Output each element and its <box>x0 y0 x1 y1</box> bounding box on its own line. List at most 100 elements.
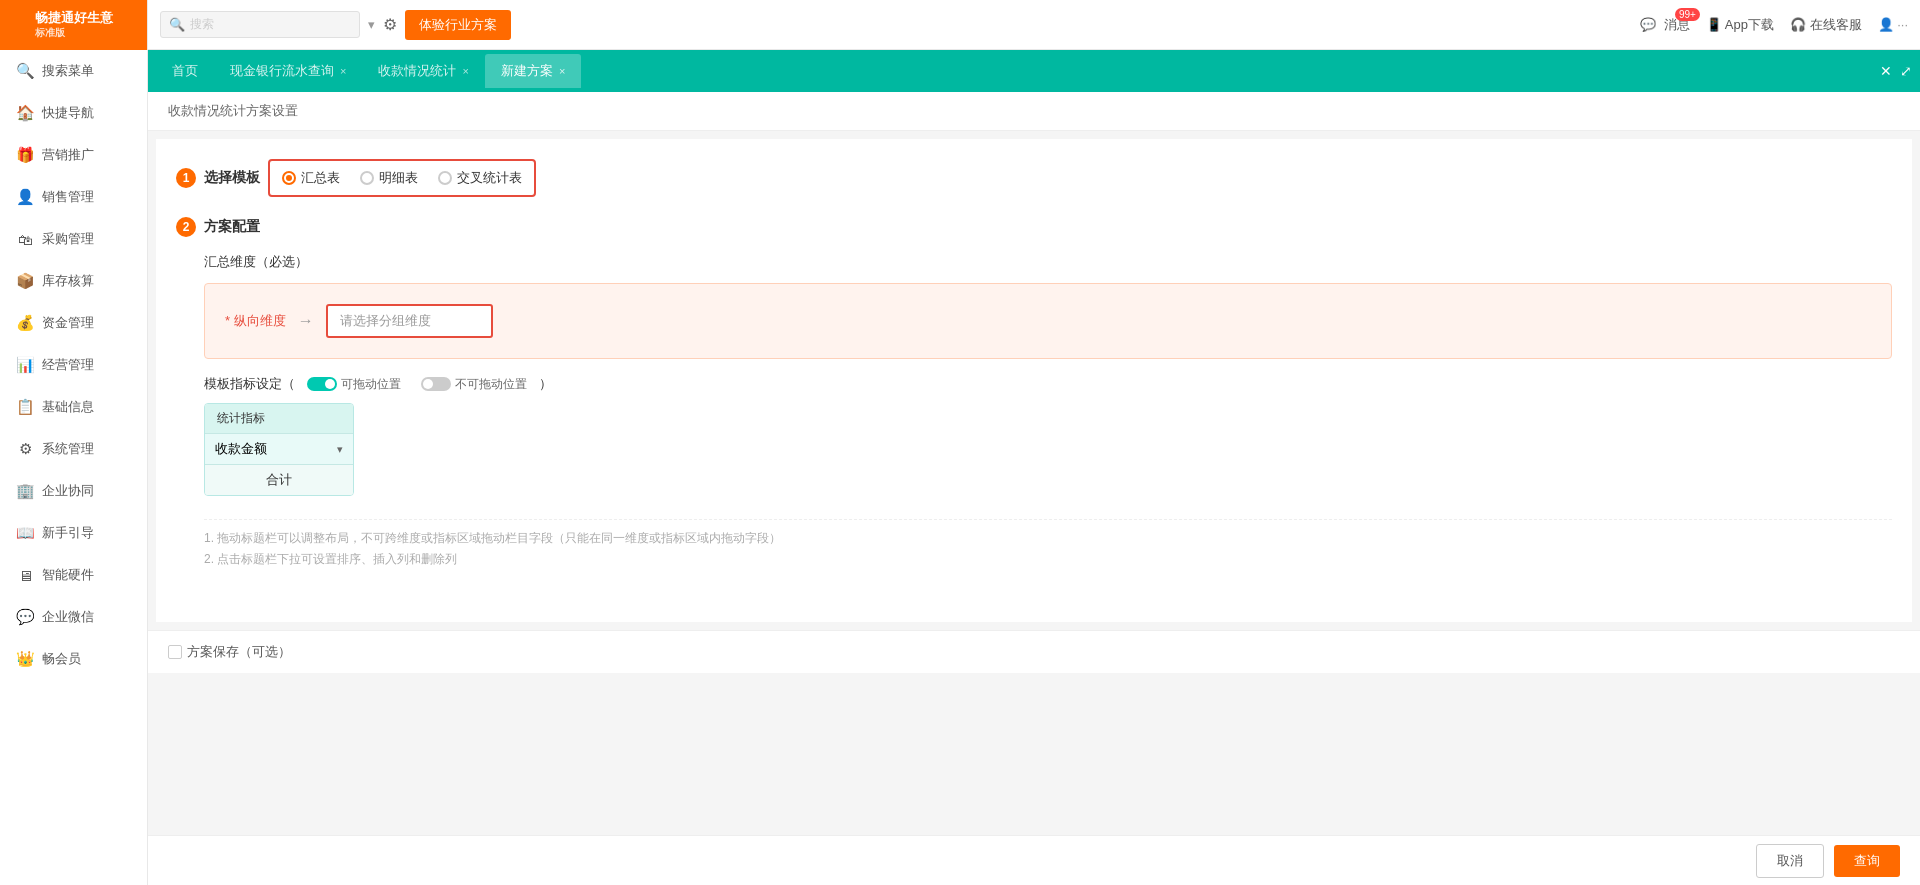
sidebar-item-search-menu[interactable]: 🔍搜索菜单 <box>0 50 147 92</box>
sidebar-label-purchase: 采购管理 <box>42 230 94 248</box>
sidebar-label-base-info: 基础信息 <box>42 398 94 416</box>
step1-header: 1 选择模板 汇总表 明细表 交叉统计表 <box>176 159 1892 197</box>
step1-title: 选择模板 <box>204 169 260 187</box>
sidebar-logo: 畅捷通好生意 标准版 <box>0 0 147 50</box>
message-count: 99+ <box>1675 8 1700 21</box>
draggable-label: 可拖动位置 <box>341 376 401 393</box>
sidebar-label-member: 畅会员 <box>42 650 81 668</box>
template-radio-group: 汇总表 明细表 交叉统计表 <box>268 159 536 197</box>
drag-off-toggle[interactable] <box>421 377 451 391</box>
drag-on-toggle[interactable] <box>307 377 337 391</box>
message-icon: 💬 <box>1640 17 1656 32</box>
tabbar-actions: ✕ ⤢ <box>1880 63 1912 79</box>
topbar: 🔍 搜索 ▾ ⚙ 体验行业方案 💬 99+ 消息 📱 App下载 🎧 在线客服 … <box>148 0 1920 50</box>
download-label: App下载 <box>1725 17 1774 32</box>
dimension-placeholder: 请选择分组维度 <box>340 313 431 328</box>
form-footer: 方案保存（可选） <box>148 630 1920 673</box>
form-area: 1 选择模板 汇总表 明细表 交叉统计表 <box>156 139 1912 622</box>
tab-0[interactable]: 首页 <box>156 54 214 88</box>
member-icon: 👑 <box>16 650 34 668</box>
tip2: 2. 点击标题栏下拉可设置排序、插入列和删除列 <box>204 551 1892 568</box>
radio-dot-jiaocha <box>438 171 452 185</box>
dimension-title-text: 汇总维度（必选） <box>204 254 308 269</box>
sidebar-item-system[interactable]: ⚙系统管理 <box>0 428 147 470</box>
user-avatar: 👤 ··· <box>1878 17 1908 32</box>
tab-label-3: 新建方案 <box>501 62 553 80</box>
indicators-section: 模板指标设定（ 可拖动位置 不可拖动位置 ） <box>204 375 1892 499</box>
save-label: 方案保存（可选） <box>187 643 291 661</box>
dimension-select[interactable]: 请选择分组维度 <box>326 304 493 338</box>
close-window-icon[interactable]: ✕ <box>1880 63 1892 79</box>
topbar-right: 💬 99+ 消息 📱 App下载 🎧 在线客服 👤 ··· <box>1640 16 1908 34</box>
sidebar-label-smart-hw: 智能硬件 <box>42 566 94 584</box>
radio-mingxi[interactable]: 明细表 <box>360 169 418 187</box>
sales-icon: 👤 <box>16 188 34 206</box>
vertical-dimension-label: * 纵向维度 <box>225 312 286 330</box>
step2-section: 2 方案配置 汇总维度（必选） * 纵向维度 → 请选择分组维度 <box>176 217 1892 582</box>
save-checkbox[interactable]: 方案保存（可选） <box>168 643 291 661</box>
quick-nav-icon: 🏠 <box>16 104 34 122</box>
tab-close-2[interactable]: × <box>462 65 468 77</box>
industry-btn[interactable]: 体验行业方案 <box>405 10 511 40</box>
sidebar-label-wechat: 企业微信 <box>42 608 94 626</box>
message-badge-wrapper[interactable]: 💬 99+ 消息 <box>1640 16 1690 34</box>
search-box[interactable]: 🔍 搜索 <box>160 11 360 38</box>
base-info-icon: 📋 <box>16 398 34 416</box>
maximize-icon[interactable]: ⤢ <box>1900 63 1912 79</box>
radio-jiaocha-label: 交叉统计表 <box>457 169 522 187</box>
sidebar-item-marketing[interactable]: 🎁营销推广 <box>0 134 147 176</box>
sidebar-item-newbie[interactable]: 📖新手引导 <box>0 512 147 554</box>
step2-header: 2 方案配置 <box>176 217 1892 237</box>
footer-label: 合计 <box>266 472 292 487</box>
sidebar-item-purchase[interactable]: 🛍 采购管理 <box>0 218 147 260</box>
inventory-icon: 📦 <box>16 272 34 290</box>
tab-label-1: 现金银行流水查询 <box>230 62 334 80</box>
sidebar-item-finance[interactable]: 💰 资金管理 <box>0 302 147 344</box>
purchase-icon: 🛍 <box>16 231 34 248</box>
sidebar-label-finance: 资金管理 <box>42 314 94 332</box>
radio-mingxi-label: 明细表 <box>379 169 418 187</box>
radio-jiaocha[interactable]: 交叉统计表 <box>438 169 522 187</box>
tab-close-3[interactable]: × <box>559 65 565 77</box>
stats-header-label: 统计指标 <box>217 411 265 425</box>
sidebar-item-base-info[interactable]: 📋 基础信息 <box>0 386 147 428</box>
indicators-title-text: 模板指标设定（ <box>204 375 295 393</box>
page-header: 收款情况统计方案设置 <box>148 92 1920 131</box>
sidebar-label-sales: 销售管理 <box>42 188 94 206</box>
tab-2[interactable]: 收款情况统计× <box>362 54 484 88</box>
stats-header: 统计指标 <box>205 404 353 433</box>
sidebar-item-wechat[interactable]: 💬 企业微信 <box>0 596 147 638</box>
download-btn[interactable]: 📱 App下载 <box>1706 16 1774 34</box>
cancel-button[interactable]: 取消 <box>1756 844 1824 878</box>
sidebar-label-inventory: 库存核算 <box>42 272 94 290</box>
tab-3[interactable]: 新建方案 × <box>485 54 581 88</box>
sidebar-item-quick-nav[interactable]: 🏠 快捷导航 <box>0 92 147 134</box>
enterprise-icon: 🏢 <box>16 482 34 500</box>
arrow-icon: → <box>298 312 314 330</box>
wechat-icon: 💬 <box>16 608 34 626</box>
sidebar-label-quick-nav: 快捷导航 <box>42 104 94 122</box>
user-info[interactable]: 👤 ··· <box>1878 17 1908 32</box>
close-paren: ） <box>539 375 552 393</box>
sidebar-item-inventory[interactable]: 📦 库存核算 <box>0 260 147 302</box>
step2-number: 2 <box>176 217 196 237</box>
gear-icon[interactable]: ⚙ <box>383 15 397 34</box>
sidebar-item-enterprise[interactable]: 🏢 企业协同 <box>0 470 147 512</box>
service-label: 在线客服 <box>1810 17 1862 32</box>
sidebar-item-sales[interactable]: 👤 销售管理 <box>0 176 147 218</box>
sidebar-label-system: 系统管理 <box>42 440 94 458</box>
sidebar-item-operations[interactable]: 📊经营管理 <box>0 344 147 386</box>
sidebar-label-enterprise: 企业协同 <box>42 482 94 500</box>
query-button[interactable]: 查询 <box>1834 845 1900 877</box>
service-btn[interactable]: 🎧 在线客服 <box>1790 16 1862 34</box>
finance-icon: 💰 <box>16 314 34 332</box>
chevron-down-icon[interactable]: ▾ <box>368 17 375 32</box>
step2-title: 方案配置 <box>204 218 260 236</box>
sidebar-item-member[interactable]: 👑 畅会员 <box>0 638 147 680</box>
tab-close-1[interactable]: × <box>340 65 346 77</box>
sidebar-item-smart-hw[interactable]: 🖥智能硬件 <box>0 554 147 596</box>
radio-huizong[interactable]: 汇总表 <box>282 169 340 187</box>
tab-1[interactable]: 现金银行流水查询 × <box>214 54 362 88</box>
stats-cell-revenue[interactable]: 收款金额 ▾ <box>205 433 353 464</box>
tab-label-0: 首页 <box>172 62 198 80</box>
